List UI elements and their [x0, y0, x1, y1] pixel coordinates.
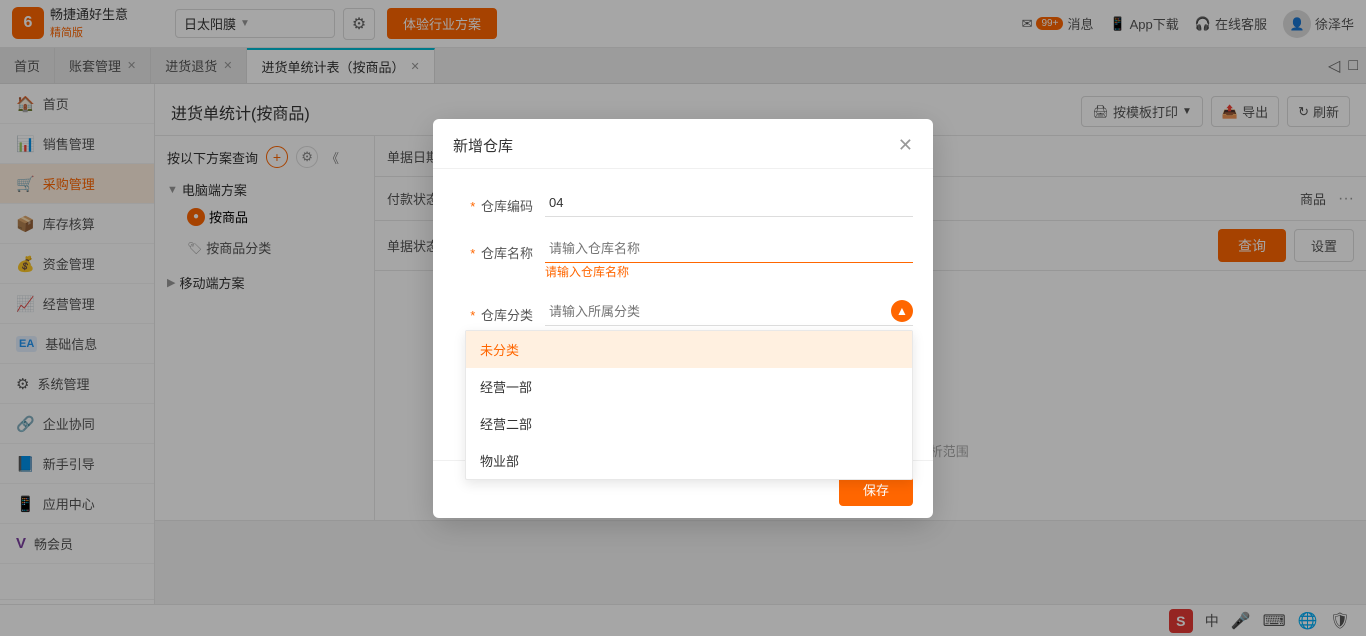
modal-header: 新增仓库 ✕ — [433, 119, 933, 169]
warehouse-category-row: * 仓库分类 ▲ 未分类 经营一部 经营二部 物业部 — [453, 298, 913, 326]
code-label: * 仓库编码 — [453, 189, 533, 215]
category-dropdown-wrap: ▲ 未分类 经营一部 经营二部 物业部 — [545, 298, 913, 326]
code-required-mark: * — [470, 199, 475, 214]
warehouse-code-input[interactable] — [545, 189, 913, 217]
category-label: * 仓库分类 — [453, 298, 533, 324]
category-dropdown-list: 未分类 经营一部 经营二部 物业部 — [465, 330, 913, 480]
name-error-msg: 请输入仓库名称 — [545, 265, 629, 279]
modal-title: 新增仓库 — [453, 135, 513, 156]
warehouse-code-row: * 仓库编码 — [453, 189, 913, 217]
error-msg-row: 请输入仓库名称 — [453, 263, 913, 280]
category-input-row: ▲ — [545, 298, 913, 326]
category-input[interactable] — [545, 298, 891, 325]
category-required-mark: * — [470, 308, 475, 323]
modal-close-button[interactable]: ✕ — [898, 135, 913, 156]
modal-body: * 仓库编码 * 仓库名称 请输入仓库名称 — [433, 169, 933, 460]
warehouse-name-input-row: * 仓库名称 — [453, 235, 913, 263]
warehouse-name-row: * 仓库名称 请输入仓库名称 — [453, 235, 913, 280]
name-required-mark: * — [470, 246, 475, 261]
warehouse-name-input[interactable] — [545, 235, 913, 263]
category-option-property[interactable]: 物业部 — [466, 442, 912, 479]
category-option-unclassified[interactable]: 未分类 — [466, 331, 912, 368]
name-label: * 仓库名称 — [453, 236, 533, 262]
category-option-dept2[interactable]: 经营二部 — [466, 405, 912, 442]
category-toggle-button[interactable]: ▲ — [891, 300, 913, 322]
category-option-dept1[interactable]: 经营一部 — [466, 368, 912, 405]
modal-overlay: 新增仓库 ✕ * 仓库编码 * 仓库名称 — [0, 0, 1366, 636]
add-warehouse-modal: 新增仓库 ✕ * 仓库编码 * 仓库名称 — [433, 119, 933, 518]
